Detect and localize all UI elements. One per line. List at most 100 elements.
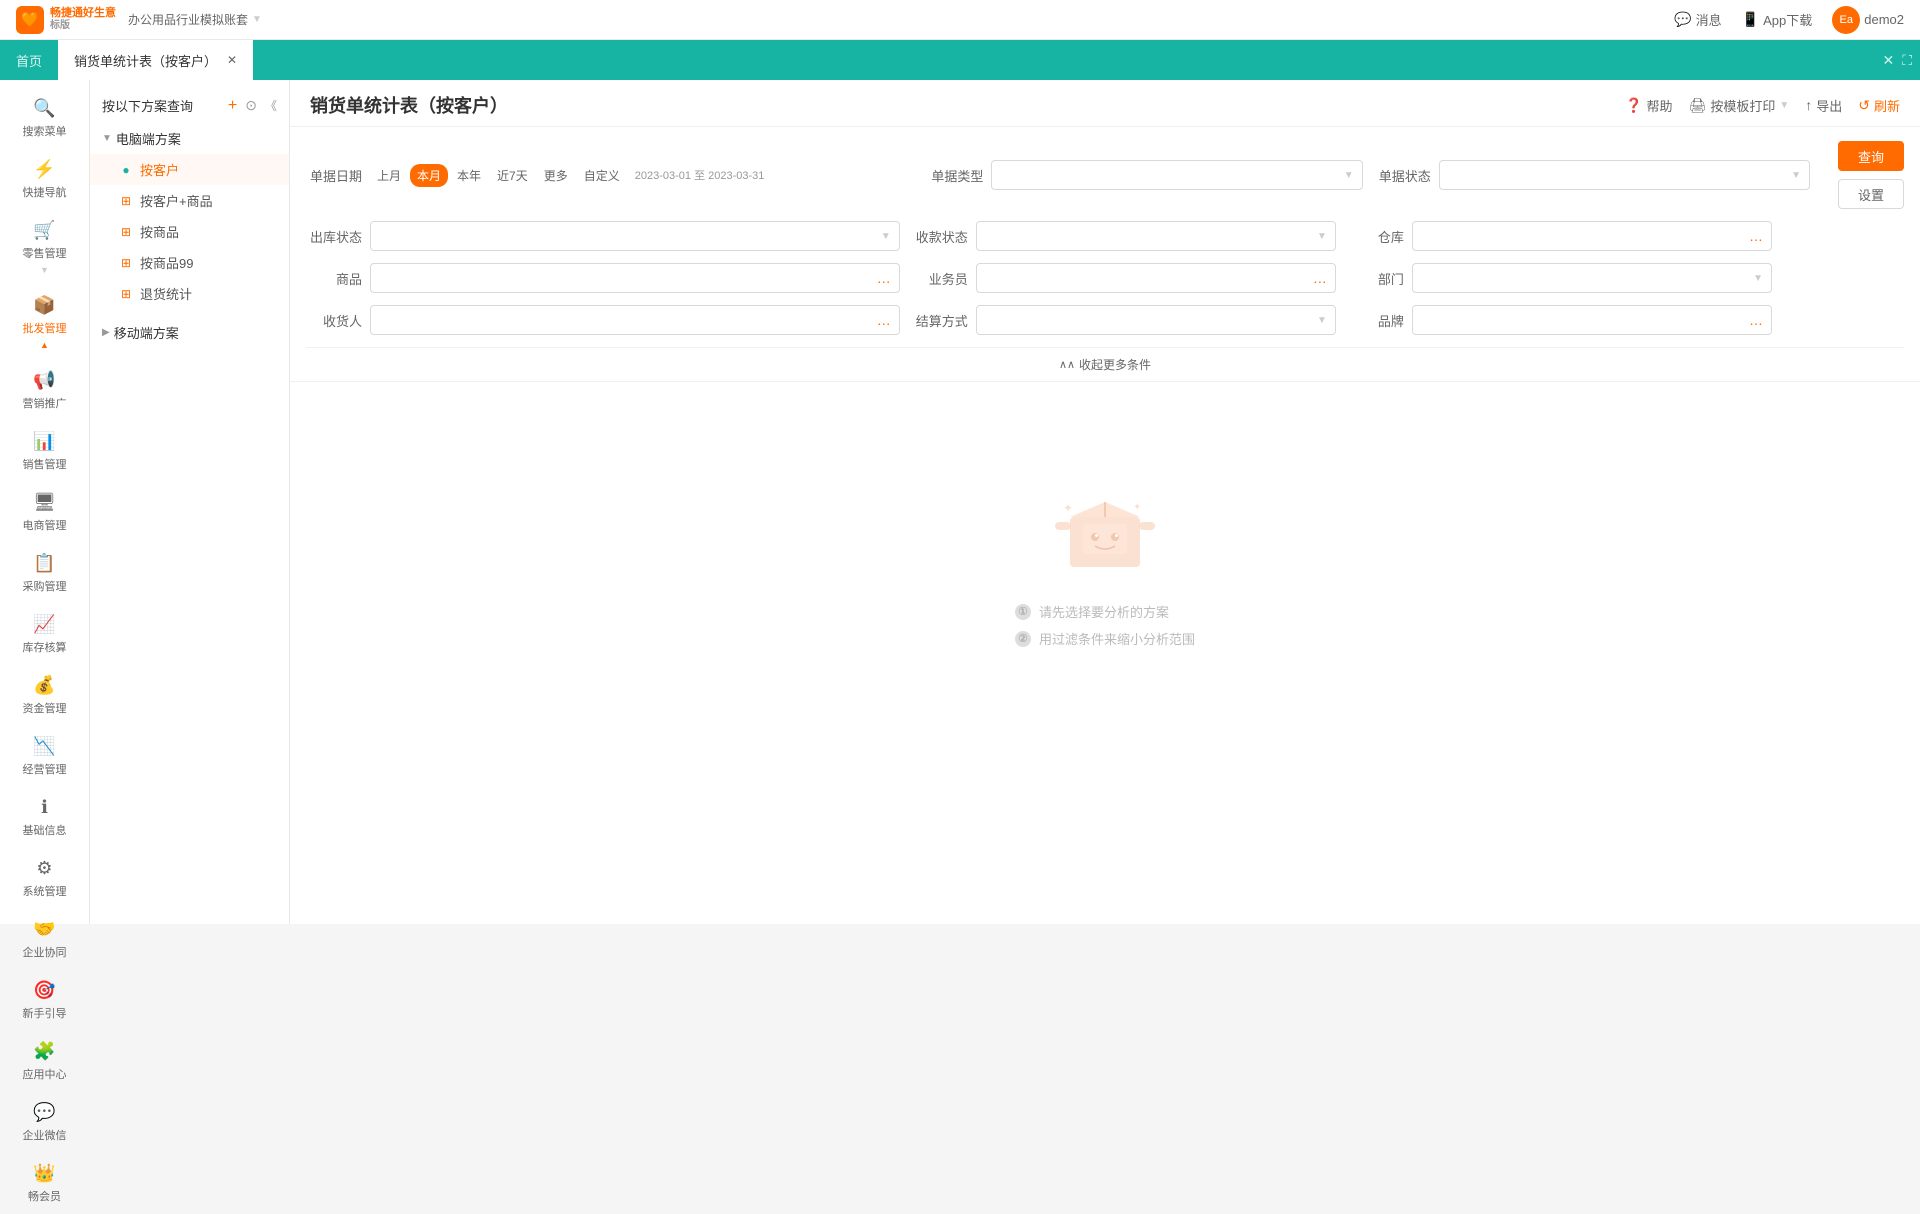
message-button[interactable]: 💬 消息 xyxy=(1674,10,1721,29)
collapse-up-icon: ∧∧ xyxy=(1059,358,1075,371)
breadcrumb-text: 办公用品行业模拟账套 xyxy=(128,11,248,28)
settlement-dropdown[interactable]: ▼ xyxy=(976,305,1336,335)
out-status-dropdown[interactable]: ▼ xyxy=(370,221,900,251)
left-sidebar: 🔍 搜索菜单 ⚡ 快捷导航 🛒 零售管理 ▼ 📦 批发管理 ▲ 📢 营销推广 📊… xyxy=(0,80,90,924)
sales-icon: 📊 xyxy=(33,431,55,452)
add-scheme-button[interactable]: + xyxy=(228,97,237,115)
tab-home-label: 首页 xyxy=(16,51,42,70)
warehouse-input[interactable]: … xyxy=(1412,221,1772,251)
scheme-product-99[interactable]: ⊞ 按商品99 xyxy=(90,247,289,278)
breadcrumb-arrow-icon[interactable]: ▼ xyxy=(252,14,262,25)
dept-arrow-icon: ▼ xyxy=(1753,273,1763,284)
date-tab-custom[interactable]: 自定义 xyxy=(577,164,627,187)
filter-row-3: 商品 … 业务员 … 部门 xyxy=(306,263,1904,293)
brand-input[interactable]: … xyxy=(1412,305,1772,335)
sidebar-item-ecommerce[interactable]: 🖥 电商管理 xyxy=(0,482,89,543)
sidebar-item-operations[interactable]: 📉 经营管理 xyxy=(0,726,89,787)
export-button[interactable]: ↑ 导出 xyxy=(1805,96,1842,115)
secondary-sidebar-title: 按以下方案查询 xyxy=(102,96,193,115)
template-print-button[interactable]: 🖨 按模板打印 ▼ xyxy=(1689,96,1790,115)
scheme-customer-product[interactable]: ⊞ 按客户+商品 xyxy=(90,185,289,216)
sidebar-ecommerce-label: 电商管理 xyxy=(23,517,67,533)
sidebar-item-finance[interactable]: 💰 资金管理 xyxy=(0,665,89,726)
enterprise-wechat-icon: 💬 xyxy=(33,1102,55,1123)
sidebar-item-wholesale[interactable]: 📦 批发管理 ▲ xyxy=(0,285,89,360)
sidebar-item-app-center[interactable]: 🧩 应用中心 xyxy=(0,1031,89,1092)
date-tab-this-year[interactable]: 本年 xyxy=(450,164,488,187)
template-print-label: 按模板打印 xyxy=(1710,96,1775,115)
scheme-by-product-label: 按商品 xyxy=(140,222,179,241)
date-tabs: 上月 本月 本年 近7天 更多 自定义 xyxy=(370,164,627,187)
empty-hint-1: ① 请先选择要分析的方案 xyxy=(1015,602,1195,621)
sidebar-finance-label: 资金管理 xyxy=(23,700,67,716)
brand-ellipsis-icon: … xyxy=(1749,312,1763,328)
close-window-icon[interactable]: ✕ xyxy=(1882,52,1894,69)
sidebar-operations-label: 经营管理 xyxy=(23,761,67,777)
date-tab-last-7days[interactable]: 近7天 xyxy=(490,164,535,187)
mobile-scheme-header[interactable]: ▶ 移动端方案 xyxy=(90,317,289,348)
quick-nav-icon: ⚡ xyxy=(33,159,55,180)
sidebar-item-search[interactable]: 🔍 搜索菜单 xyxy=(0,88,89,149)
sidebar-sales-label: 销售管理 xyxy=(23,456,67,472)
query-button[interactable]: 查询 xyxy=(1838,141,1904,171)
date-tab-more[interactable]: 更多 xyxy=(537,164,575,187)
scheme-by-product[interactable]: ⊞ 按商品 xyxy=(90,216,289,247)
sidebar-item-inventory[interactable]: 📈 库存核算 xyxy=(0,604,89,665)
scheme-by-customer[interactable]: ● 按客户 xyxy=(90,154,289,185)
scheme-return-stat[interactable]: ⊞ 退货统计 xyxy=(90,278,289,309)
sidebar-item-marketing[interactable]: 📢 营销推广 xyxy=(0,360,89,421)
tab-home[interactable]: 首页 xyxy=(0,40,58,80)
sidebar-item-purchase[interactable]: 📋 采购管理 xyxy=(0,543,89,604)
dept-label: 部门 xyxy=(1348,269,1404,288)
sidebar-purchase-label: 采购管理 xyxy=(23,578,67,594)
payment-status-dropdown[interactable]: ▼ xyxy=(976,221,1336,251)
sidebar-quick-nav-label: 快捷导航 xyxy=(23,184,67,200)
wholesale-collapse-icon: ▲ xyxy=(40,340,49,350)
collapse-more-button[interactable]: ∧∧ 收起更多条件 xyxy=(306,347,1904,381)
product-input[interactable]: … xyxy=(370,263,900,293)
sidebar-enterprise-wechat-label: 企业微信 xyxy=(23,1127,67,1143)
pc-section-arrow: ▼ xyxy=(102,133,112,144)
date-tab-this-month[interactable]: 本月 xyxy=(410,164,448,187)
sidebar-item-sales[interactable]: 📊 销售管理 xyxy=(0,421,89,482)
tab-sales-stat[interactable]: 销货单统计表（按客户） ✕ xyxy=(58,40,253,80)
brand-label: 品牌 xyxy=(1348,311,1404,330)
tab-close-icon[interactable]: ✕ xyxy=(227,53,237,67)
settings-button[interactable]: 设置 xyxy=(1838,179,1904,209)
top-bar: 🧡 畅捷通好生意 标版 办公用品行业模拟账套 ▼ 💬 消息 📱 App下载 Ea… xyxy=(0,0,1920,40)
sidebar-item-enterprise[interactable]: 🤝 企业协同 xyxy=(0,909,89,970)
print-icon: 🖨 xyxy=(1689,97,1707,114)
search-icon: 🔍 xyxy=(33,98,55,119)
sidebar-item-system[interactable]: ⚙ 系统管理 xyxy=(0,848,89,909)
doc-type-dropdown[interactable]: ▼ xyxy=(991,160,1362,190)
customer-dot-icon: ● xyxy=(118,162,134,178)
help-button[interactable]: ❓ 帮助 xyxy=(1625,96,1672,115)
maximize-icon[interactable]: ⛶ xyxy=(1902,52,1912,69)
payment-status-label: 收款状态 xyxy=(912,227,968,246)
dept-dropdown[interactable]: ▼ xyxy=(1412,263,1772,293)
app-download-button[interactable]: 📱 App下载 xyxy=(1742,10,1813,29)
consignee-label: 收货人 xyxy=(306,311,362,330)
purchase-icon: 📋 xyxy=(33,553,55,574)
collapse-sidebar-button[interactable]: 《 xyxy=(265,97,277,114)
salesperson-input[interactable]: … xyxy=(976,263,1336,293)
doc-status-dropdown[interactable]: ▼ xyxy=(1439,160,1810,190)
sidebar-system-label: 系统管理 xyxy=(23,883,67,899)
settings-scheme-button[interactable]: ⊙ xyxy=(245,97,257,114)
product-99-icon: ⊞ xyxy=(118,255,134,271)
collapse-label: 收起更多条件 xyxy=(1079,356,1151,373)
refresh-label: 刷新 xyxy=(1874,96,1900,115)
tab-bar: 首页 销货单统计表（按客户） ✕ ✕ ⛶ xyxy=(0,40,1920,80)
sidebar-item-retail[interactable]: 🛒 零售管理 ▼ xyxy=(0,210,89,285)
pc-scheme-header[interactable]: ▼ 电脑端方案 xyxy=(90,123,289,154)
sidebar-item-enterprise-wechat[interactable]: 💬 企业微信 xyxy=(0,1092,89,1153)
date-tab-last-month[interactable]: 上月 xyxy=(370,164,408,187)
consignee-input[interactable]: … xyxy=(370,305,900,335)
sidebar-item-quick-nav[interactable]: ⚡ 快捷导航 xyxy=(0,149,89,210)
user-profile[interactable]: Ea demo2 xyxy=(1832,6,1904,34)
sidebar-item-newbie[interactable]: 🎯 新手引导 xyxy=(0,970,89,1031)
sidebar-item-basic[interactable]: ℹ 基础信息 xyxy=(0,787,89,848)
sidebar-item-membership[interactable]: 👑 畅会员 xyxy=(0,1153,89,1214)
sidebar-enterprise-label: 企业协同 xyxy=(23,944,67,960)
refresh-button[interactable]: ↺ 刷新 xyxy=(1858,96,1900,115)
